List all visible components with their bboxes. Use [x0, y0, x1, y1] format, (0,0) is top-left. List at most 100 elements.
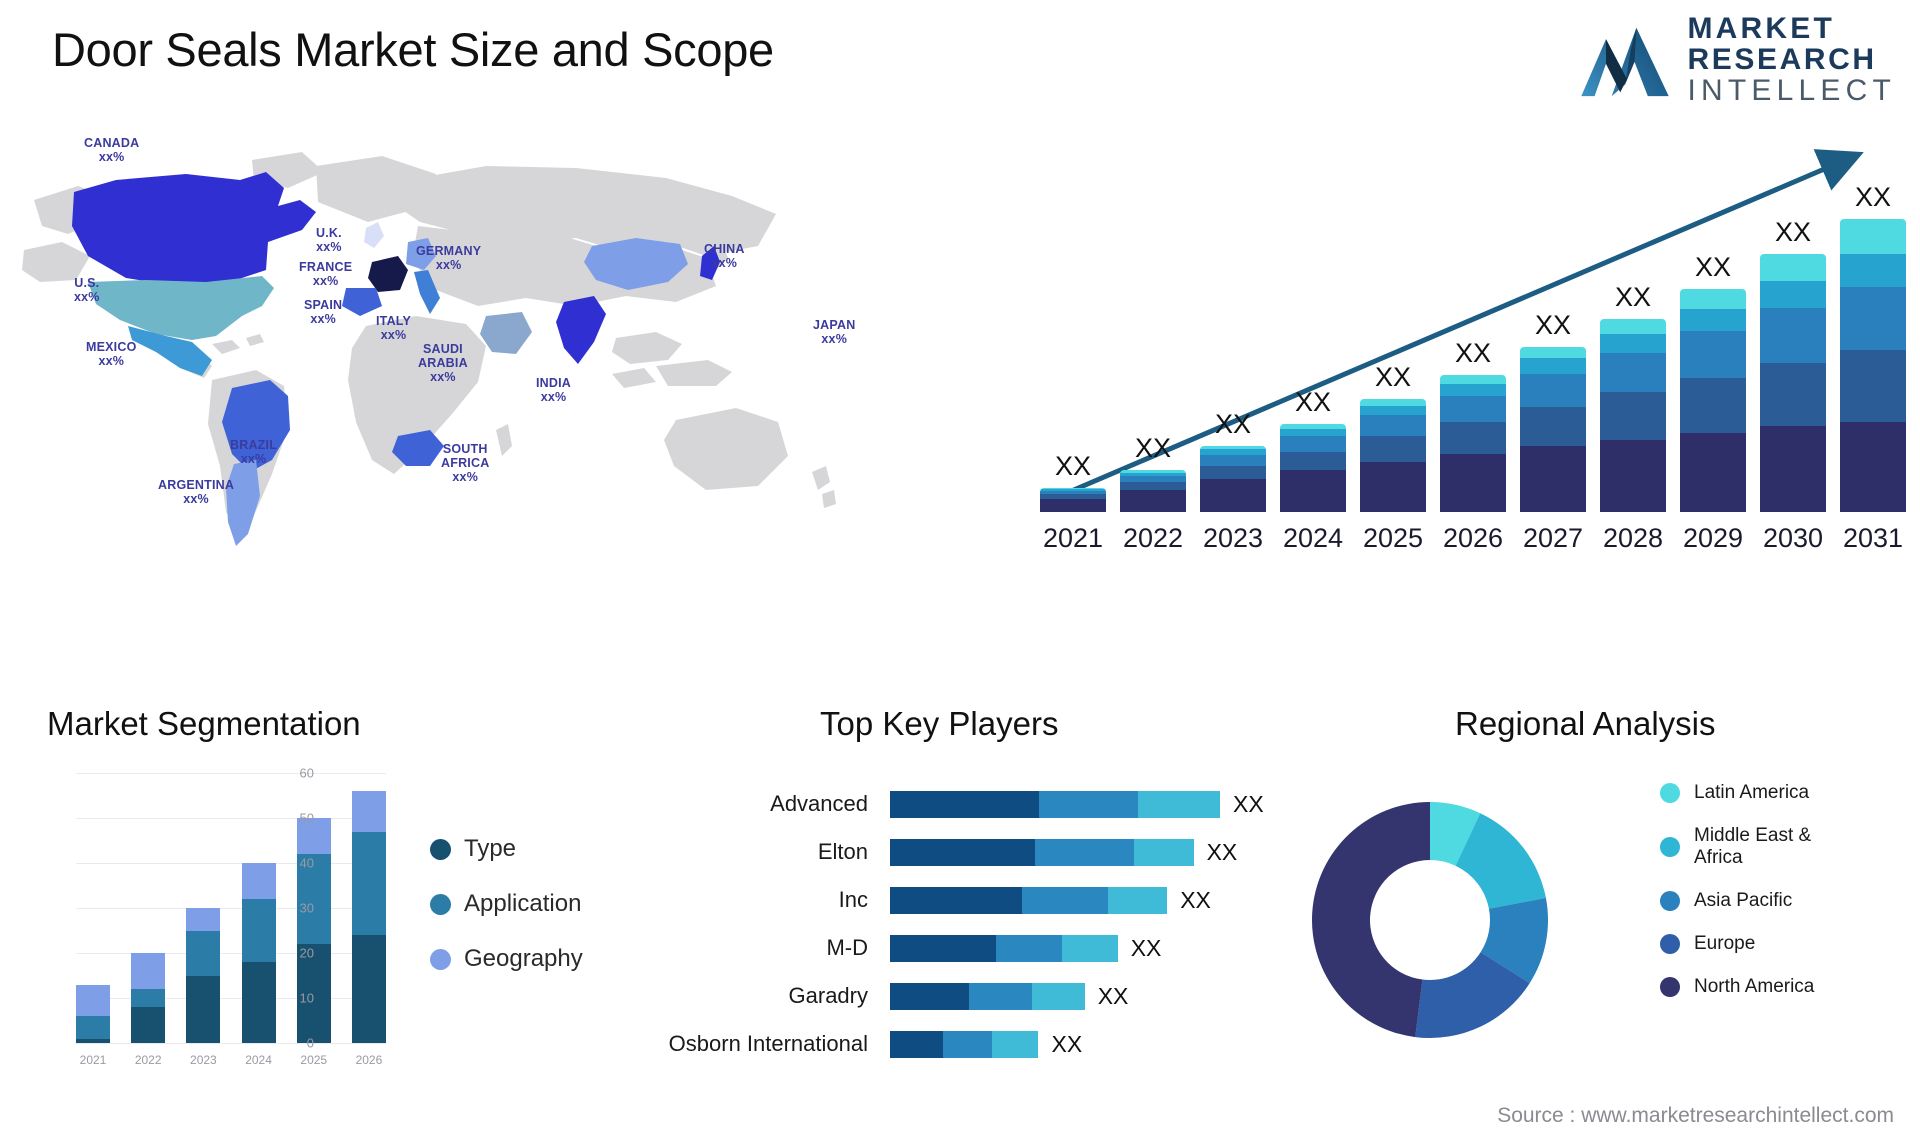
segmentation-legend-item: Application — [430, 890, 583, 918]
forecast-bar-segment — [1120, 490, 1186, 512]
forecast-bar-segment — [1440, 383, 1506, 396]
forecast-bar-segment — [1280, 436, 1346, 452]
regional-legend-item: Latin America — [1660, 782, 1814, 804]
forecast-bar — [1040, 487, 1106, 512]
segmentation-y-tick: 0 — [306, 1035, 314, 1051]
segmentation-bar — [241, 863, 276, 1043]
map-label-uk: U.K. xx% — [316, 226, 342, 254]
map-country-saudi-arabia — [480, 312, 532, 354]
segmentation-gridline — [76, 1043, 386, 1044]
player-bar-segment — [1038, 790, 1138, 818]
map-country-spain — [342, 288, 382, 316]
forecast-bar — [1600, 318, 1666, 512]
forecast-bar-chart: XX XX XX XX XX XX XX XX XX XX XX 2021 2022 2023 2024 2… — [1020, 140, 1910, 560]
segmentation-legend-item: Type — [430, 835, 583, 863]
segmentation-bar-segment — [76, 1038, 110, 1043]
mountain-m-logo-icon — [1581, 28, 1670, 97]
brand-line-1: MARKET — [1687, 12, 1836, 45]
forecast-bar — [1680, 289, 1746, 512]
forecast-bar-segment — [1360, 461, 1426, 512]
segmentation-bar-segment — [351, 935, 386, 1043]
player-row: M-D XX — [640, 924, 1340, 972]
segmentation-y-tick: 30 — [299, 900, 314, 916]
player-value: XX — [1097, 982, 1129, 1009]
player-bar-segment — [1021, 886, 1108, 914]
segmentation-legend-label: Geography — [464, 945, 583, 972]
segmentation-legend-item: Geography — [430, 945, 583, 973]
segmentation-bar-segment — [186, 930, 221, 976]
regional-legend-item: Asia Pacific — [1660, 890, 1814, 912]
segmentation-bar — [351, 791, 386, 1043]
forecast-bar-column: XX — [1280, 182, 1346, 512]
regional-legend: Latin America Middle East & Africa Asia Pac… — [1660, 782, 1814, 998]
regional-analysis-chart: Latin America Middle East & Africa Asia Pac… — [1290, 760, 1910, 1100]
player-bar-segment — [1061, 934, 1118, 962]
forecast-bar-segment — [1440, 453, 1506, 512]
player-row: Garadry XX — [640, 972, 1340, 1020]
player-row: Advanced XX — [640, 780, 1340, 828]
forecast-bar-value: XX — [1694, 252, 1732, 283]
forecast-bar — [1840, 219, 1906, 512]
legend-dot-icon — [430, 838, 451, 860]
map-country-canada — [72, 172, 316, 286]
brand-line-2: RESEARCH — [1687, 42, 1877, 76]
forecast-bar-column: XX — [1840, 182, 1906, 512]
segmentation-bar-segment — [76, 1016, 110, 1039]
forecast-bar-column: XX — [1600, 182, 1666, 512]
regional-legend-label: Middle East & Africa — [1694, 825, 1812, 869]
forecast-bar-segment — [1280, 451, 1346, 471]
player-bar-segment — [1107, 886, 1168, 914]
player-bar-segment — [1134, 838, 1194, 866]
player-bar — [890, 790, 1220, 818]
market-segmentation-chart: 0 10 20 30 40 50 60 2021 2022 2023 2024 2025 2026 T… — [30, 765, 630, 1110]
segmentation-x-tick: 2021 — [79, 1053, 107, 1067]
map-country-france — [368, 256, 408, 292]
player-value: XX — [1180, 886, 1211, 913]
regional-legend-label: Latin America — [1694, 782, 1810, 803]
market-segmentation-title: Market Segmentation — [47, 705, 361, 742]
forecast-bar — [1200, 446, 1266, 512]
map-label-south-africa: SOUTH AFRICA xx% — [441, 442, 490, 484]
forecast-bar-segment — [1120, 482, 1186, 491]
player-value: XX — [1130, 934, 1162, 961]
forecast-bar-value: XX — [1134, 433, 1172, 464]
map-country-uk — [364, 222, 384, 248]
page-title: Door Seals Market Size and Scope — [52, 23, 774, 76]
forecast-bar-segment — [1200, 465, 1266, 480]
player-bar-segment — [890, 886, 1022, 914]
forecast-bar-segment — [1520, 358, 1586, 374]
player-value: XX — [1233, 790, 1264, 817]
player-bar-segment — [890, 982, 970, 1010]
regional-legend-label: Europe — [1694, 933, 1756, 955]
forecast-bar-segment — [1760, 254, 1826, 281]
player-value: XX — [1051, 1030, 1083, 1057]
forecast-bar — [1760, 254, 1826, 512]
map-country-india — [556, 296, 606, 364]
forecast-bar-segment — [1840, 286, 1906, 351]
forecast-year-label: 2029 — [1682, 523, 1744, 553]
forecast-year-label: 2027 — [1522, 523, 1584, 553]
segmentation-bar-segment — [76, 984, 110, 1016]
regional-donut — [1311, 802, 1548, 1038]
segmentation-bar — [296, 818, 331, 1043]
segmentation-x-tick: 2026 — [355, 1053, 383, 1067]
segmentation-bar-segment — [186, 908, 221, 931]
legend-dot-icon — [430, 893, 451, 915]
forecast-bar-column: XX — [1680, 182, 1746, 512]
map-country-usa — [88, 276, 274, 340]
forecast-bar-value: XX — [1374, 362, 1412, 393]
forecast-bar-segment — [1600, 439, 1666, 512]
brand-logo: MARKET RESEARCH INTELLECT — [1577, 12, 1896, 107]
regional-legend-label: North America — [1694, 976, 1815, 998]
forecast-year-label: 2030 — [1762, 523, 1824, 553]
regional-analysis-title: Regional Analysis — [1455, 705, 1716, 742]
top-key-players-title: Top Key Players — [820, 705, 1059, 742]
segmentation-plot-area — [76, 773, 386, 1044]
segmentation-bar-segment — [131, 953, 166, 989]
player-bar-segment — [992, 1030, 1039, 1058]
forecast-year-axis: 2021 2022 2023 2024 2025 2026 2027 2028 2029 2030… — [1040, 523, 1906, 554]
regional-legend-item: Europe — [1660, 933, 1814, 955]
player-bar-segment — [890, 1030, 943, 1058]
forecast-bar-value: XX — [1214, 409, 1252, 440]
map-label-brazil: BRAZIL xx% — [230, 438, 278, 466]
